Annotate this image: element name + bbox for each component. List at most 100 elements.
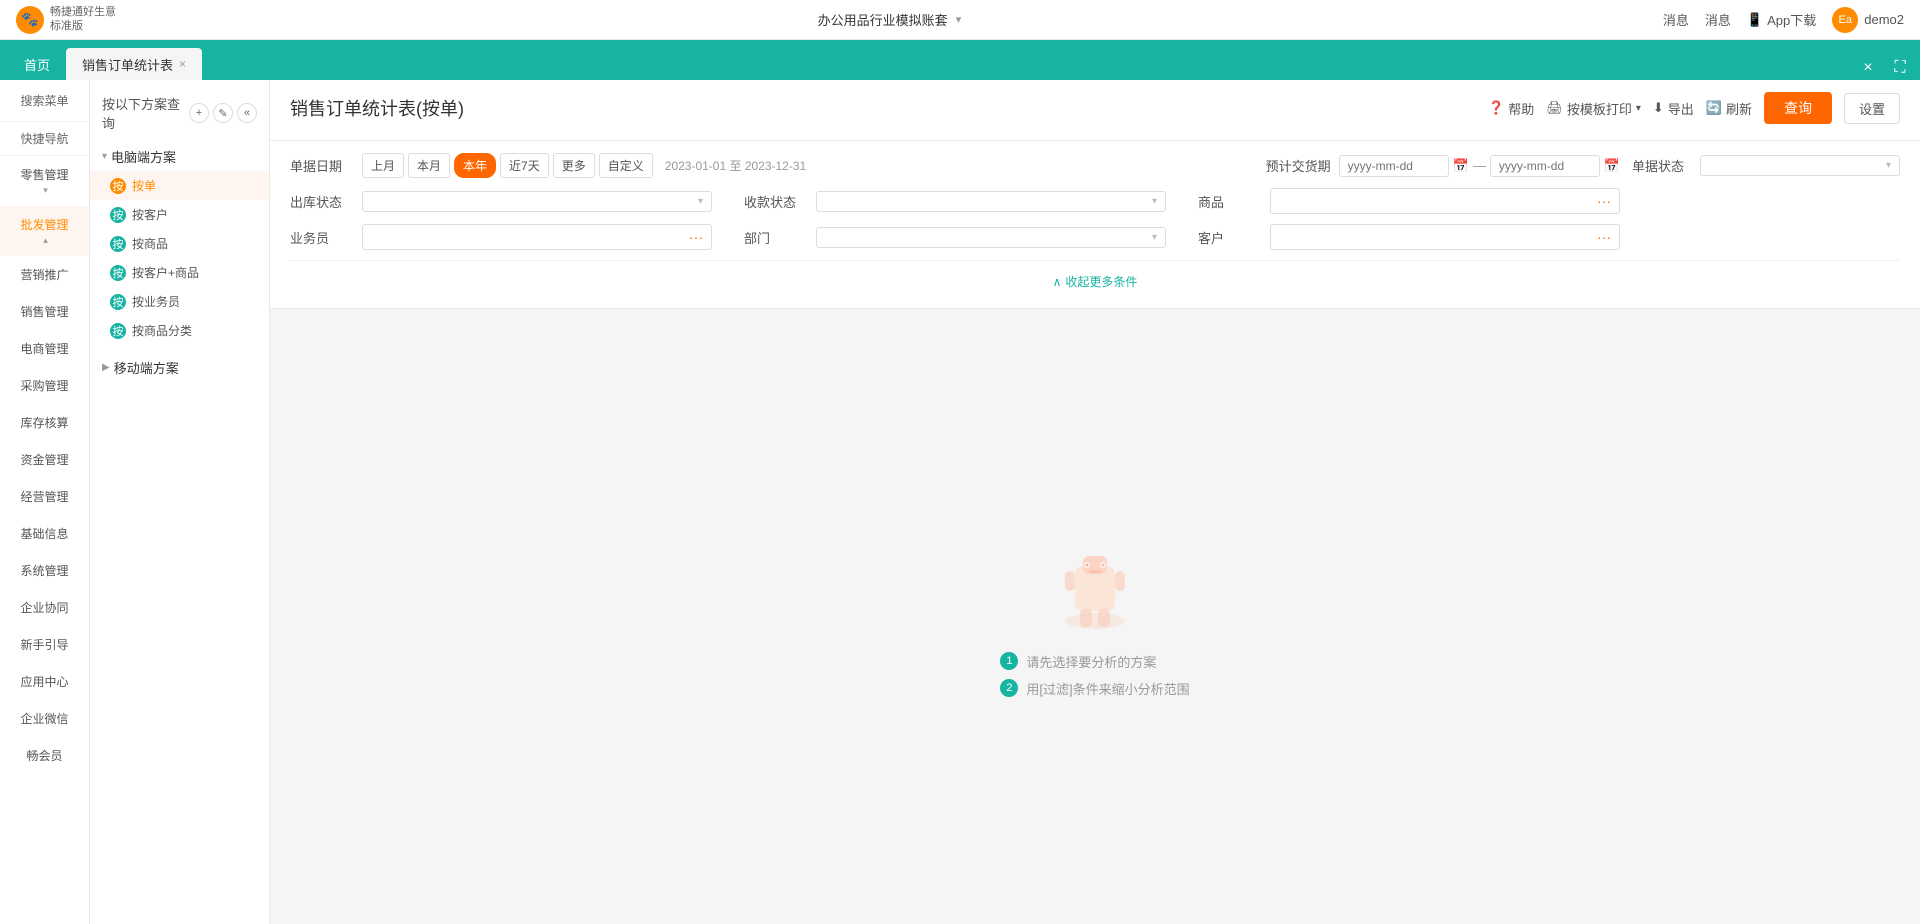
- tab-active[interactable]: 销售订单统计表 ×: [66, 48, 202, 80]
- sidebar-item-inventory[interactable]: 库存核算: [0, 404, 89, 441]
- sidebar-item-system[interactable]: 系统管理: [0, 552, 89, 589]
- wholesale-arrow-icon: ▴: [43, 235, 48, 246]
- sidebar-item-purchase[interactable]: 采购管理: [0, 367, 89, 404]
- sidebar-item-basic[interactable]: 基础信息: [0, 515, 89, 552]
- messages-btn[interactable]: 消息: [1663, 10, 1689, 29]
- user-area[interactable]: Ea demo2: [1832, 7, 1904, 33]
- collapse-up-icon: ∧: [1053, 275, 1062, 289]
- logo-text: 畅捷通好生意 标准版: [50, 6, 116, 32]
- customer-select[interactable]: ···: [1270, 224, 1620, 250]
- search-menu-btn[interactable]: 搜索菜单: [8, 88, 81, 113]
- calendar-start-icon[interactable]: 📅: [1453, 158, 1469, 174]
- by-cust-prod-label: 按客户+商品: [132, 264, 199, 281]
- tree-child-by-order[interactable]: 按 按单: [90, 171, 269, 200]
- tabbar: 首页 销售订单统计表 × × ⛶: [0, 40, 1920, 80]
- more-btn[interactable]: 更多: [553, 153, 595, 178]
- sidebar-item-member[interactable]: 畅会员: [0, 737, 89, 774]
- settings-btn[interactable]: 设置: [1844, 93, 1900, 124]
- maximize-icon[interactable]: ⛶: [1888, 56, 1912, 80]
- avatar: Ea: [1832, 7, 1858, 33]
- refresh-btn[interactable]: 🔄 刷新: [1706, 99, 1752, 118]
- by-cust-prod-icon: 按: [110, 265, 126, 281]
- page-title: 销售订单统计表(按单): [290, 95, 464, 121]
- expected-date-label: 预计交货期: [1266, 156, 1331, 175]
- filter-row-2: 出库状态 ▾ 收款状态 ▾ 商品 ···: [290, 188, 1900, 214]
- sidebar-item-wholesale[interactable]: 批发管理 ▴: [0, 206, 89, 256]
- this-year-btn[interactable]: 本年: [454, 153, 496, 178]
- tip-num-1: 1: [1000, 652, 1018, 670]
- product-select[interactable]: ···: [1270, 188, 1620, 214]
- expected-date-start-input[interactable]: [1339, 155, 1449, 177]
- sidebar-item-enterprise[interactable]: 企业协同: [0, 589, 89, 626]
- payment-arrow-icon: ▾: [1152, 196, 1157, 207]
- customer-dots-icon[interactable]: ···: [1597, 229, 1611, 245]
- export-icon: ⬇: [1653, 100, 1664, 116]
- app-download-btn[interactable]: 📱 App下载: [1747, 10, 1816, 29]
- sidebar-item-appstore[interactable]: 应用中心: [0, 663, 89, 700]
- expected-date-end-input[interactable]: [1490, 155, 1600, 177]
- left-panel-actions: + ✎ «: [189, 103, 257, 123]
- payment-status-select[interactable]: ▾: [816, 191, 1166, 212]
- messages-label-text[interactable]: 消息: [1705, 10, 1731, 29]
- sidebar-item-finance[interactable]: 资金管理: [0, 441, 89, 478]
- sidebar-item-ecommerce[interactable]: 电商管理: [0, 330, 89, 367]
- doc-status-select[interactable]: ▾: [1700, 155, 1900, 176]
- last-month-btn[interactable]: 上月: [362, 153, 404, 178]
- sidebar-item-sales[interactable]: 销售管理: [0, 293, 89, 330]
- topbar-right: 消息 消息 📱 App下载 Ea demo2: [1663, 7, 1904, 33]
- by-order-label: 按单: [132, 177, 156, 194]
- this-month-btn[interactable]: 本月: [408, 153, 450, 178]
- expected-date-inputs: 📅 — 📅: [1339, 155, 1620, 177]
- salesperson-select[interactable]: ···: [362, 224, 712, 250]
- tree-child-by-product[interactable]: 按 按商品: [90, 229, 269, 258]
- product-dots-icon[interactable]: ···: [1597, 193, 1611, 209]
- content-area: 按以下方案查询 + ✎ « ▾ 电脑端方案 按 按单 按 按客: [90, 80, 1920, 924]
- by-staff-icon: 按: [110, 294, 126, 310]
- sidebar-item-marketing[interactable]: 营销推广: [0, 256, 89, 293]
- salesperson-dots-icon[interactable]: ···: [689, 229, 703, 245]
- collapse-section: ∧ 收起更多条件: [290, 260, 1900, 296]
- tree-section-desktop: ▾ 电脑端方案 按 按单 按 按客户 按 按商品 按 按客户+商品: [90, 138, 269, 349]
- tree-parent-desktop[interactable]: ▾ 电脑端方案: [90, 142, 269, 171]
- calendar-end-icon[interactable]: 📅: [1604, 158, 1620, 174]
- by-category-label: 按商品分类: [132, 322, 192, 339]
- tree-child-by-staff[interactable]: 按 按业务员: [90, 287, 269, 316]
- query-btn[interactable]: 查询: [1764, 92, 1832, 124]
- tree-parent-mobile[interactable]: ▶ 移动端方案: [90, 353, 269, 382]
- dept-select[interactable]: ▾: [816, 227, 1166, 248]
- date-period-buttons: 上月 本月 本年 近7天 更多 自定义: [362, 153, 653, 178]
- export-btn[interactable]: ⬇ 导出: [1653, 99, 1694, 118]
- doc-status-label: 单据状态: [1632, 156, 1692, 175]
- sidebar-item-operations[interactable]: 经营管理: [0, 478, 89, 515]
- topbar-arrow-icon[interactable]: ▾: [956, 13, 962, 26]
- tab-home[interactable]: 首页: [8, 48, 66, 80]
- sidebar-item-newbie[interactable]: 新手引导: [0, 626, 89, 663]
- edit-scheme-btn[interactable]: ✎: [213, 103, 233, 123]
- sidebar-item-wechat[interactable]: 企业微信: [0, 700, 89, 737]
- add-scheme-btn[interactable]: +: [189, 103, 209, 123]
- delivery-status-select[interactable]: ▾: [362, 191, 712, 212]
- template-print-btn[interactable]: 🖨 按模板打印 ▾: [1546, 99, 1641, 118]
- help-btn[interactable]: ❓ 帮助: [1488, 99, 1534, 118]
- tabbar-right-actions: × ⛶: [1856, 56, 1912, 80]
- tree-parent-label: 电脑端方案: [111, 147, 176, 166]
- tab-close-icon[interactable]: ×: [179, 57, 186, 71]
- minimize-icon[interactable]: ×: [1856, 56, 1880, 80]
- tree-child-by-cust-prod[interactable]: 按 按客户+商品: [90, 258, 269, 287]
- collapse-panel-btn[interactable]: «: [237, 103, 257, 123]
- expected-date-section: 预计交货期 📅 — 📅: [818, 155, 1620, 177]
- page-actions: ❓ 帮助 🖨 按模板打印 ▾ ⬇ 导出 🔄: [1488, 92, 1900, 124]
- tree-child-by-customer[interactable]: 按 按客户: [90, 200, 269, 229]
- sidebar: 搜索菜单 快捷导航 零售管理 ▾ 批发管理 ▴ 营销推广 销售管理 电商管理 采…: [0, 80, 90, 924]
- by-category-icon: 按: [110, 323, 126, 339]
- last7-btn[interactable]: 近7天: [500, 153, 549, 178]
- custom-btn[interactable]: 自定义: [599, 153, 653, 178]
- phone-icon: 📱: [1747, 12, 1763, 28]
- filter-row-1: 单据日期 上月 本月 本年 近7天 更多 自定义 2023-01-01 至 20…: [290, 153, 1900, 178]
- sidebar-item-retail[interactable]: 零售管理 ▾: [0, 156, 89, 206]
- tree-child-by-category[interactable]: 按 按商品分类: [90, 316, 269, 345]
- topbar-left: 🐾 畅捷通好生意 标准版: [16, 6, 116, 34]
- sidebar-quick-nav[interactable]: 快捷导航: [0, 122, 89, 156]
- refresh-icon: 🔄: [1706, 100, 1722, 116]
- collapse-btn[interactable]: ∧ 收起更多条件: [1047, 267, 1144, 296]
